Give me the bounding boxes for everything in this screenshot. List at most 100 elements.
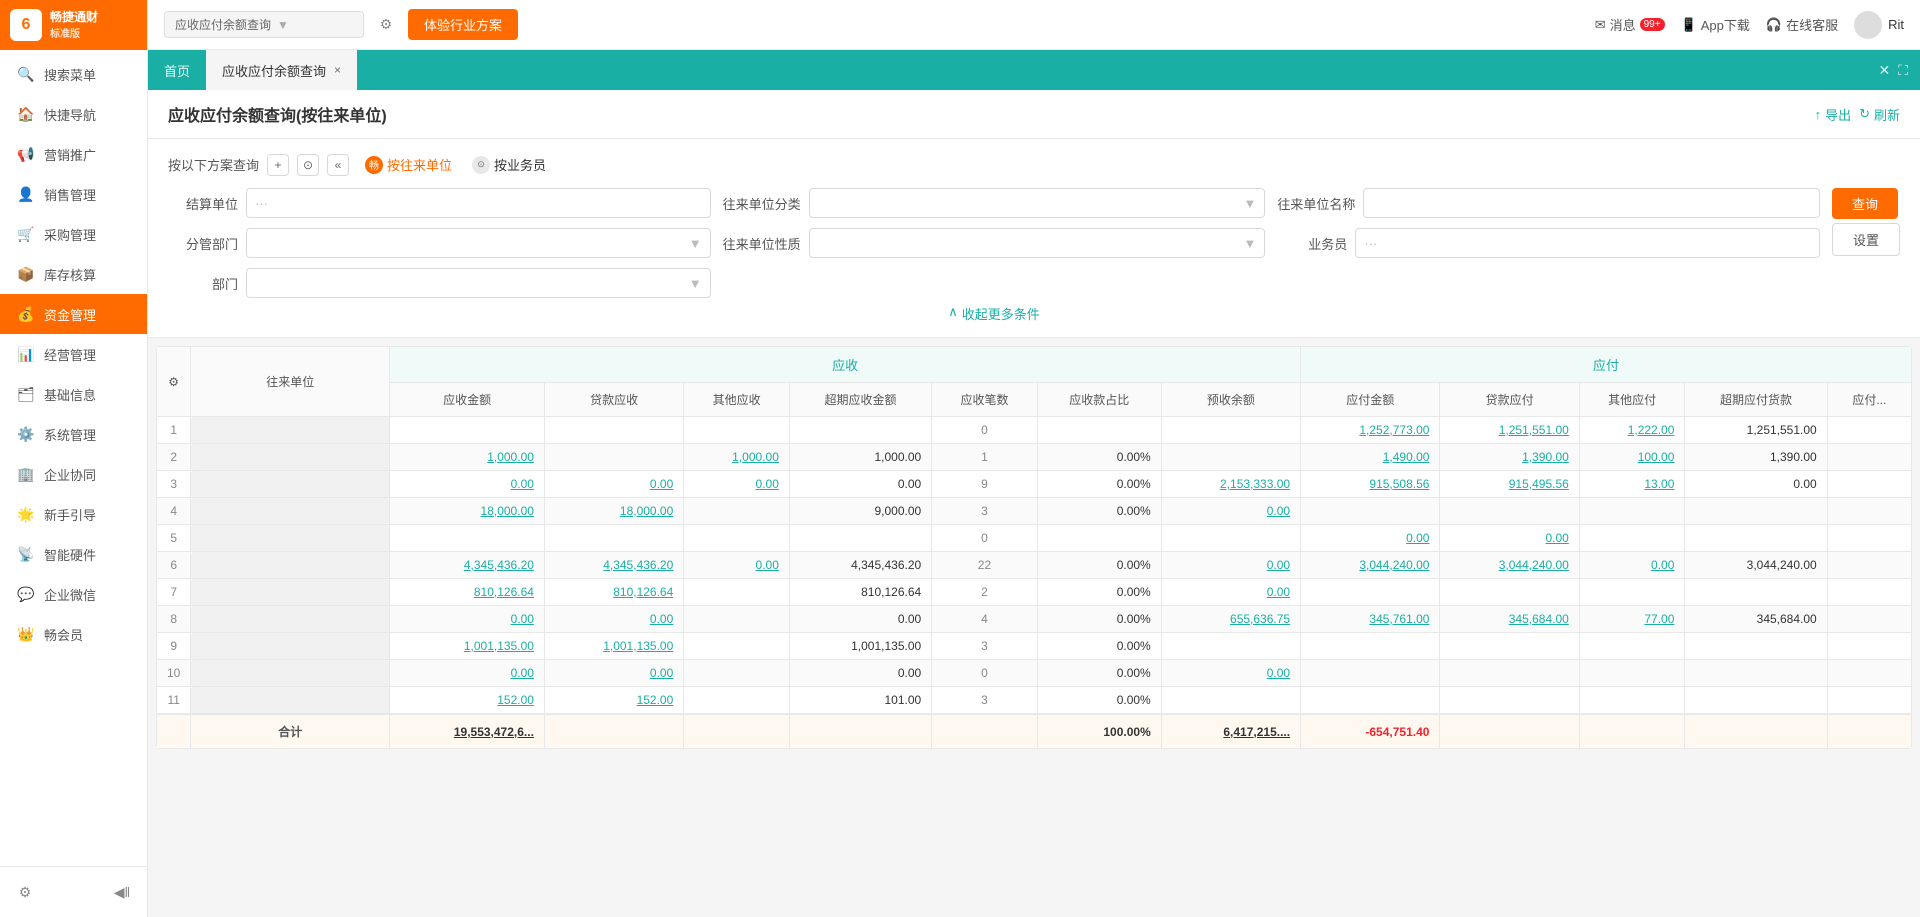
table-cell[interactable]: 0.00 <box>1161 498 1300 525</box>
footer-ar-amount[interactable]: 19,553,472,6... <box>390 714 545 749</box>
table-cell[interactable]: 1,000.00 <box>684 444 790 471</box>
table-cell[interactable]: 152.00 <box>390 687 545 715</box>
footer-ar-prepay[interactable]: 6,417,215.... <box>1161 714 1300 749</box>
table-cell[interactable]: 13.00 <box>1579 471 1685 498</box>
partner-name-input[interactable] <box>1363 188 1820 218</box>
online-service-button[interactable]: 🎧 在线客服 <box>1766 15 1838 34</box>
sidebar-item-marketing[interactable]: 📢 营销推广 <box>0 134 147 174</box>
table-cell[interactable]: 0.00 <box>544 606 683 633</box>
table-cell[interactable]: 0.00 <box>1161 579 1300 606</box>
table-cell[interactable]: 810,126.64 <box>544 579 683 606</box>
filter-add-button[interactable]: + <box>267 154 289 176</box>
table-cell[interactable]: 915,508.56 <box>1301 471 1440 498</box>
table-cell[interactable]: 2,153,333.00 <box>1161 471 1300 498</box>
topbar-settings-button[interactable]: ⚙ <box>372 11 400 39</box>
filter-area: 按以下方案查询 + ⊙ « 畅 按往来单位 ⊙ 按业务员 <box>148 139 1920 338</box>
table-cell[interactable]: 0.00 <box>1301 525 1440 552</box>
table-cell: 0 <box>932 417 1038 444</box>
scheme-by-partner[interactable]: 畅 按往来单位 <box>357 151 460 178</box>
sidebar-collapse-button[interactable]: ◀‖ <box>107 877 137 907</box>
table-cell[interactable]: 0.00 <box>390 471 545 498</box>
table-cell[interactable]: 3,044,240.00 <box>1440 552 1579 579</box>
sidebar-item-inventory[interactable]: 📦 库存核算 <box>0 254 147 294</box>
setting-button[interactable]: 设置 <box>1832 223 1900 256</box>
sidebar-settings-button[interactable]: ⚙ <box>10 877 40 907</box>
filter-settlement-unit: 结算单位 ··· <box>168 188 711 218</box>
collapse-button[interactable]: ∧ 收起更多条件 <box>168 298 1820 329</box>
tab-close-button[interactable]: × <box>334 63 341 77</box>
table-cell[interactable]: 345,684.00 <box>1440 606 1579 633</box>
division-input[interactable]: ▼ <box>246 228 711 258</box>
close-window-button[interactable]: ✕ <box>1878 62 1890 79</box>
user-area[interactable]: Rit <box>1854 11 1904 39</box>
table-cell[interactable]: 1,251,551.00 <box>1440 417 1579 444</box>
sidebar-item-guide[interactable]: 🌟 新手引导 <box>0 494 147 534</box>
table-cell[interactable]: 3,044,240.00 <box>1301 552 1440 579</box>
app-download-button[interactable]: 📱 App下载 <box>1681 15 1750 34</box>
salesman-input[interactable]: ··· <box>1355 228 1820 258</box>
sidebar-item-base-info[interactable]: 🗂 基础信息 <box>0 374 147 414</box>
sidebar-item-purchase[interactable]: 🛒 采购管理 <box>0 214 147 254</box>
sidebar-item-wechat[interactable]: 💬 企业微信 <box>0 574 147 614</box>
table-cell[interactable]: 0.00 <box>390 606 545 633</box>
table-cell: 1,000.00 <box>789 444 931 471</box>
scheme-by-salesman[interactable]: ⊙ 按业务员 <box>464 151 554 178</box>
table-cell[interactable]: 810,126.64 <box>390 579 545 606</box>
table-cell[interactable]: 77.00 <box>1579 606 1685 633</box>
sidebar-item-member[interactable]: 👑 畅会员 <box>0 614 147 654</box>
cart-icon: 🛒 <box>16 224 36 244</box>
message-button[interactable]: ✉ 消息 99+ <box>1595 15 1665 34</box>
table-cell[interactable]: 18,000.00 <box>390 498 545 525</box>
sidebar-item-sales[interactable]: 👤 销售管理 <box>0 174 147 214</box>
sidebar-item-system[interactable]: ⚙️ 系统管理 <box>0 414 147 454</box>
table-cell[interactable]: 0.00 <box>1161 660 1300 687</box>
table-cell[interactable]: 0.00 <box>1440 525 1579 552</box>
maximize-window-button[interactable]: ⛶ <box>1898 62 1908 79</box>
sidebar-item-quick-nav[interactable]: 🏠 快捷导航 <box>0 94 147 134</box>
table-cell[interactable]: 915,495.56 <box>1440 471 1579 498</box>
table-cell[interactable]: 0.00 <box>684 552 790 579</box>
sidebar-item-finance[interactable]: 💰 资金管理 <box>0 294 147 334</box>
settlement-unit-input[interactable]: ··· <box>246 188 711 218</box>
table-cell[interactable]: 18,000.00 <box>544 498 683 525</box>
sidebar-item-hardware[interactable]: 📡 智能硬件 <box>0 534 147 574</box>
filter-settings-button[interactable]: ⊙ <box>297 154 319 176</box>
filter-collapse-scheme-button[interactable]: « <box>327 154 349 176</box>
table-wrapper[interactable]: ⚙ 往来单位 应收 应付 应收金额 贷款应收 其他应收 超期应收金额 <box>156 346 1912 749</box>
table-cell[interactable]: 1,000.00 <box>390 444 545 471</box>
sidebar-item-search[interactable]: 🔍 搜索菜单 <box>0 54 147 94</box>
export-button[interactable]: ↑ 导出 <box>1815 105 1852 124</box>
table-cell[interactable]: 4,345,436.20 <box>544 552 683 579</box>
query-button[interactable]: 查询 <box>1832 188 1898 219</box>
table-cell[interactable]: 0.00 <box>390 660 545 687</box>
table-cell[interactable]: 0.00 <box>1579 552 1685 579</box>
table-cell[interactable]: 1,390.00 <box>1440 444 1579 471</box>
tab-ar-ap[interactable]: 应收应付余额查询 × <box>206 50 357 90</box>
table-cell[interactable]: 0.00 <box>684 471 790 498</box>
table-cell[interactable]: 1,222.00 <box>1579 417 1685 444</box>
industry-solution-button[interactable]: 体验行业方案 <box>408 9 518 40</box>
table-settings-header[interactable]: ⚙ <box>157 347 191 417</box>
sidebar-item-operations[interactable]: 📊 经营管理 <box>0 334 147 374</box>
table-cell[interactable]: 4,345,436.20 <box>390 552 545 579</box>
refresh-button[interactable]: ↻ 刷新 <box>1859 105 1900 124</box>
table-cell[interactable]: 1,252,773.00 <box>1301 417 1440 444</box>
table-cell[interactable]: 0.00 <box>544 660 683 687</box>
table-cell[interactable]: 0.00 <box>1161 552 1300 579</box>
table-cell[interactable]: 345,761.00 <box>1301 606 1440 633</box>
table-settings-icon: ⚙ <box>168 375 179 389</box>
department-input[interactable]: ▼ <box>246 268 711 298</box>
table-cell[interactable]: 1,001,135.00 <box>544 633 683 660</box>
partner-nature-input[interactable]: ▼ <box>809 228 1266 258</box>
table-cell[interactable]: 1,490.00 <box>1301 444 1440 471</box>
sidebar-item-enterprise[interactable]: 🏢 企业协同 <box>0 454 147 494</box>
partner-scheme-icon: 畅 <box>365 156 383 174</box>
table-cell[interactable]: 100.00 <box>1579 444 1685 471</box>
tab-home[interactable]: 首页 <box>148 50 206 90</box>
table-cell[interactable]: 1,001,135.00 <box>390 633 545 660</box>
table-cell[interactable]: 655,636.75 <box>1161 606 1300 633</box>
partner-category-input[interactable]: ▼ <box>809 188 1266 218</box>
table-cell <box>390 525 545 552</box>
table-cell[interactable]: 0.00 <box>544 471 683 498</box>
table-cell[interactable]: 152.00 <box>544 687 683 715</box>
